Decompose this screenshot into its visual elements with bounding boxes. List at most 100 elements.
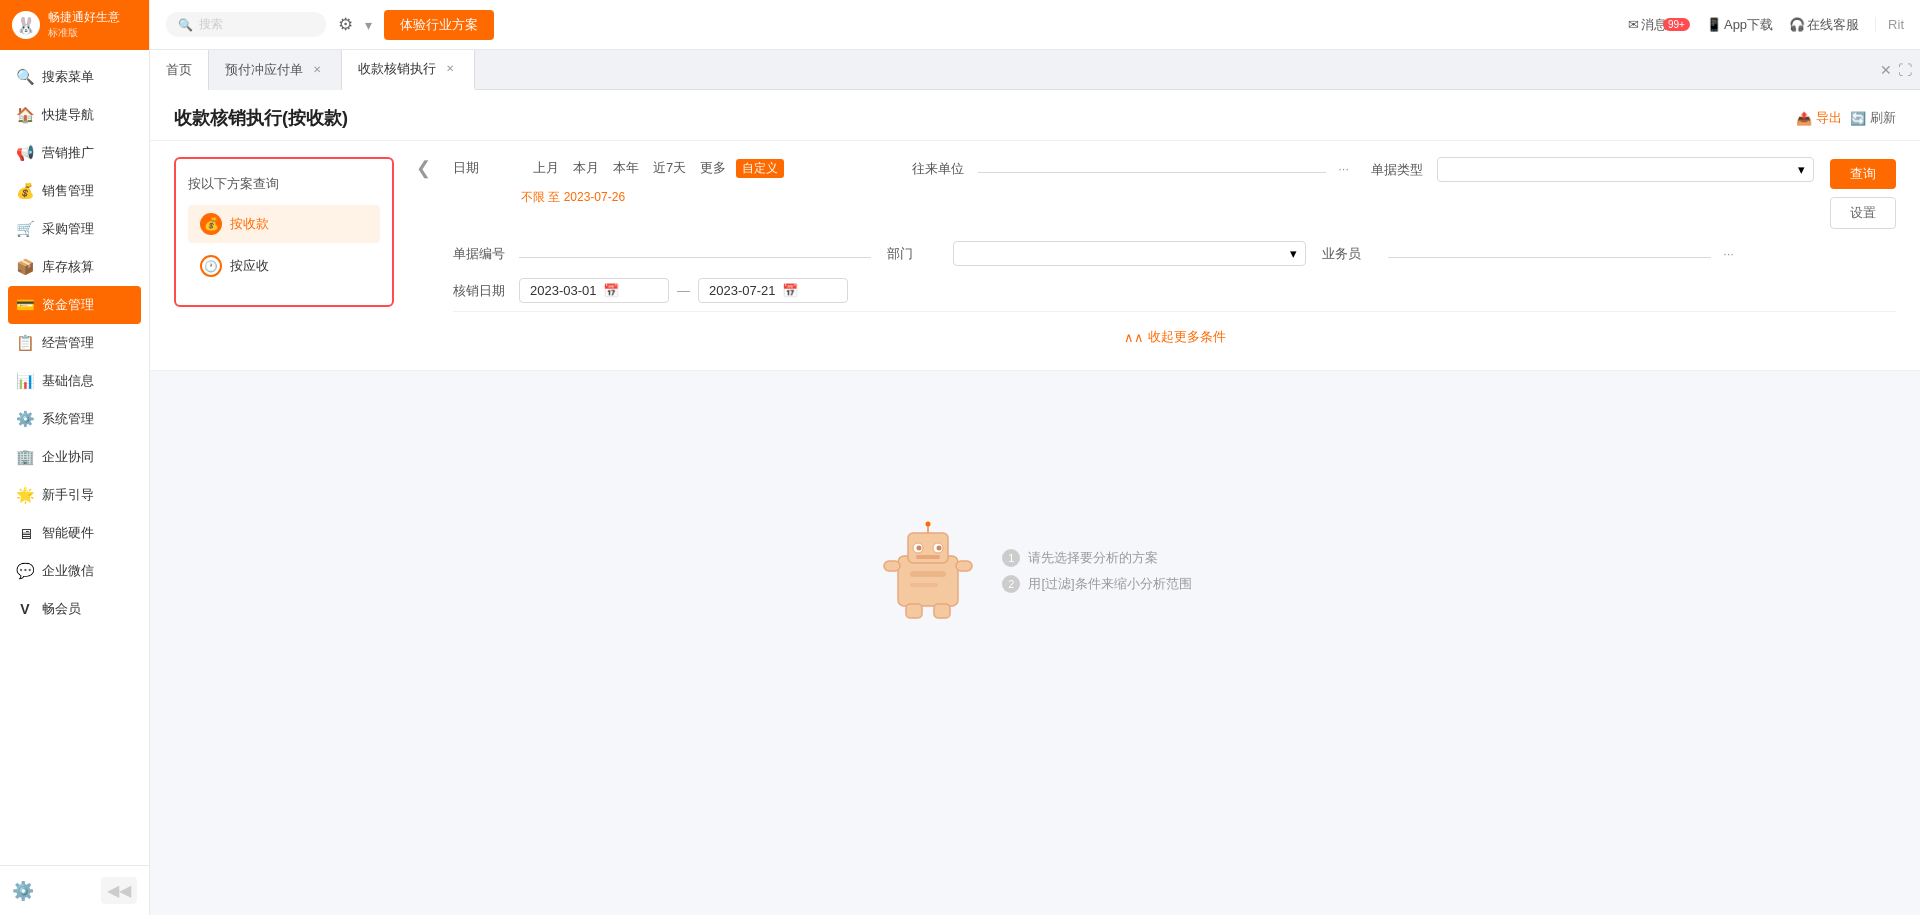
calendar-icon-end: 📅 xyxy=(782,283,798,298)
sidebar-label-wechat: 企业微信 xyxy=(42,562,94,580)
verify-date-start-input[interactable]: 2023-03-01 📅 xyxy=(519,278,669,303)
export-btn[interactable]: 📤 导出 xyxy=(1796,109,1842,127)
sidebar-item-hardware[interactable]: 🖥 智能硬件 xyxy=(0,514,149,552)
filter-option-by-receivable[interactable]: 🕐 按应收 xyxy=(188,247,380,285)
date-btn-more[interactable]: 更多 xyxy=(696,157,730,179)
purchase-icon: 🛒 xyxy=(16,220,34,238)
sidebar-item-finance[interactable]: 💳 资金管理 xyxy=(8,286,141,324)
collapse-more-btn[interactable]: ∧∧ 收起更多条件 xyxy=(1116,320,1234,354)
sidebar-item-search[interactable]: 🔍 搜索菜单 xyxy=(0,58,149,96)
filter-area: 按以下方案查询 💰 按收款 🕐 按应收 ❮ xyxy=(150,141,1920,371)
counterparty-label: 往来单位 xyxy=(912,160,972,178)
date-btn-7days[interactable]: 近7天 xyxy=(649,157,690,179)
step-2-num: 2 xyxy=(1002,575,1020,593)
empty-text: 1 请先选择要分析的方案 2 用[过滤]条件来缩小分析范围 xyxy=(1002,549,1191,593)
inventory-icon: 📦 xyxy=(16,258,34,276)
service-btn[interactable]: 🎧 在线客服 xyxy=(1789,16,1859,34)
refresh-btn[interactable]: 🔄 刷新 xyxy=(1850,109,1896,127)
sidebar-item-guide[interactable]: 🌟 新手引导 xyxy=(0,476,149,514)
tab-prepay-close[interactable]: ✕ xyxy=(309,62,325,78)
tab-expand-icon[interactable]: ⛶ xyxy=(1898,62,1912,78)
guide-icon: 🌟 xyxy=(16,486,34,504)
verify-date-end-value: 2023-07-21 xyxy=(709,283,776,298)
date-btn-this-year[interactable]: 本年 xyxy=(609,157,643,179)
user-name[interactable]: Rit xyxy=(1875,17,1904,32)
sidebar-item-basic-info[interactable]: 📊 基础信息 xyxy=(0,362,149,400)
refresh-icon: 🔄 xyxy=(1850,111,1866,126)
sidebar-item-marketing[interactable]: 📢 营销推广 xyxy=(0,134,149,172)
svg-point-5 xyxy=(937,546,942,551)
marketing-icon: 📢 xyxy=(16,144,34,162)
sidebar-collapse-icon[interactable]: ◀◀ xyxy=(101,877,137,904)
tabs-bar: 首页 预付冲应付单 ✕ 收款核销执行 ✕ ✕ ⛶ xyxy=(150,50,1920,90)
sidebar-item-operation[interactable]: 📋 经营管理 xyxy=(0,324,149,362)
message-badge: 99+ xyxy=(1663,18,1690,31)
sidebar-label-search: 搜索菜单 xyxy=(42,68,94,86)
chevron-down-icon: ▾ xyxy=(1798,162,1805,177)
page-actions: 📤 导出 🔄 刷新 xyxy=(1796,109,1896,127)
date-label: 日期 xyxy=(453,159,513,177)
svg-point-8 xyxy=(926,522,931,527)
sidebar: 🐰 畅捷通好生意 标准版 🔍 搜索菜单 🏠 快捷导航 📢 营销推广 💰 销售管理… xyxy=(0,0,150,915)
date-custom-tag[interactable]: 自定义 xyxy=(736,159,784,178)
sidebar-label-system: 系统管理 xyxy=(42,410,94,428)
wechat-icon: 💬 xyxy=(16,562,34,580)
verify-date-end-input[interactable]: 2023-07-21 📅 xyxy=(698,278,848,303)
hardware-icon: 🖥 xyxy=(16,524,34,542)
tab-prepay-label: 预付冲应付单 xyxy=(225,61,303,79)
sidebar-footer: ⚙️ ◀◀ xyxy=(0,865,149,915)
sidebar-settings-icon[interactable]: ⚙️ xyxy=(12,880,34,902)
counterparty-dots[interactable]: ··· xyxy=(1332,157,1355,180)
sidebar-item-wechat[interactable]: 💬 企业微信 xyxy=(0,552,149,590)
logo-name: 畅捷通好生意 xyxy=(48,10,120,26)
app-download-btn[interactable]: 📱 App下载 xyxy=(1706,16,1773,34)
filter-option-receipt-label: 按收款 xyxy=(230,215,269,233)
topbar-gear-icon[interactable]: ⚙ xyxy=(338,14,353,35)
sidebar-item-system[interactable]: ⚙️ 系统管理 xyxy=(0,400,149,438)
filter-right-actions: 查询 设置 xyxy=(1830,157,1896,229)
basic-info-icon: 📊 xyxy=(16,372,34,390)
industry-btn[interactable]: 体验行业方案 xyxy=(384,10,494,40)
filter-option-by-receipt[interactable]: 💰 按收款 xyxy=(188,205,380,243)
sidebar-item-inventory[interactable]: 📦 库存核算 xyxy=(0,248,149,286)
dept-chevron-icon: ▾ xyxy=(1290,246,1297,261)
filter-left-title: 按以下方案查询 xyxy=(188,175,380,193)
tab-receipt-verify-label: 收款核销执行 xyxy=(358,60,436,78)
date-btn-last-month[interactable]: 上月 xyxy=(529,157,563,179)
message-btn[interactable]: ✉ 消息 99+ xyxy=(1628,16,1690,34)
logo-icon: 🐰 xyxy=(12,11,40,39)
query-btn[interactable]: 查询 xyxy=(1830,159,1896,189)
empty-hint-1-text: 请先选择要分析的方案 xyxy=(1028,549,1158,567)
sales-icon: 💰 xyxy=(16,182,34,200)
verify-date-start-value: 2023-03-01 xyxy=(530,283,597,298)
sidebar-item-sales[interactable]: 💰 销售管理 xyxy=(0,172,149,210)
filter-collapse-btn[interactable]: ❮ xyxy=(410,157,437,354)
tab-close-icon[interactable]: ✕ xyxy=(1880,62,1892,78)
sidebar-item-enterprise[interactable]: 🏢 企业协同 xyxy=(0,438,149,476)
sidebar-item-vip[interactable]: V 畅会员 xyxy=(0,590,149,628)
sidebar-label-basic-info: 基础信息 xyxy=(42,372,94,390)
topbar-search-box[interactable]: 🔍 搜索 xyxy=(166,12,326,37)
sidebar-item-quick-nav[interactable]: 🏠 快捷导航 xyxy=(0,96,149,134)
tab-prepay[interactable]: 预付冲应付单 ✕ xyxy=(209,50,342,90)
tab-home[interactable]: 首页 xyxy=(150,50,209,90)
tab-receipt-verify-close[interactable]: ✕ xyxy=(442,61,458,77)
doc-no-label: 单据编号 xyxy=(453,245,513,263)
staff-dots[interactable]: ··· xyxy=(1717,242,1740,265)
sidebar-label-purchase: 采购管理 xyxy=(42,220,94,238)
app-label: App下载 xyxy=(1724,16,1773,34)
topbar-chevron-icon[interactable]: ▾ xyxy=(365,17,372,33)
svg-rect-12 xyxy=(956,561,972,571)
logo-tag: 标准版 xyxy=(48,26,120,40)
settings-btn[interactable]: 设置 xyxy=(1830,197,1896,229)
sidebar-label-operation: 经营管理 xyxy=(42,334,94,352)
service-label: 在线客服 xyxy=(1807,16,1859,34)
dept-label: 部门 xyxy=(887,245,947,263)
tab-receipt-verify[interactable]: 收款核销执行 ✕ xyxy=(342,50,475,90)
date-btn-this-month[interactable]: 本月 xyxy=(569,157,603,179)
doc-type-label: 单据类型 xyxy=(1371,161,1431,179)
home-icon: 🏠 xyxy=(16,106,34,124)
sidebar-logo: 🐰 畅捷通好生意 标准版 xyxy=(0,0,149,50)
filter-left-panel: 按以下方案查询 💰 按收款 🕐 按应收 xyxy=(174,157,394,354)
sidebar-item-purchase[interactable]: 🛒 采购管理 xyxy=(0,210,149,248)
